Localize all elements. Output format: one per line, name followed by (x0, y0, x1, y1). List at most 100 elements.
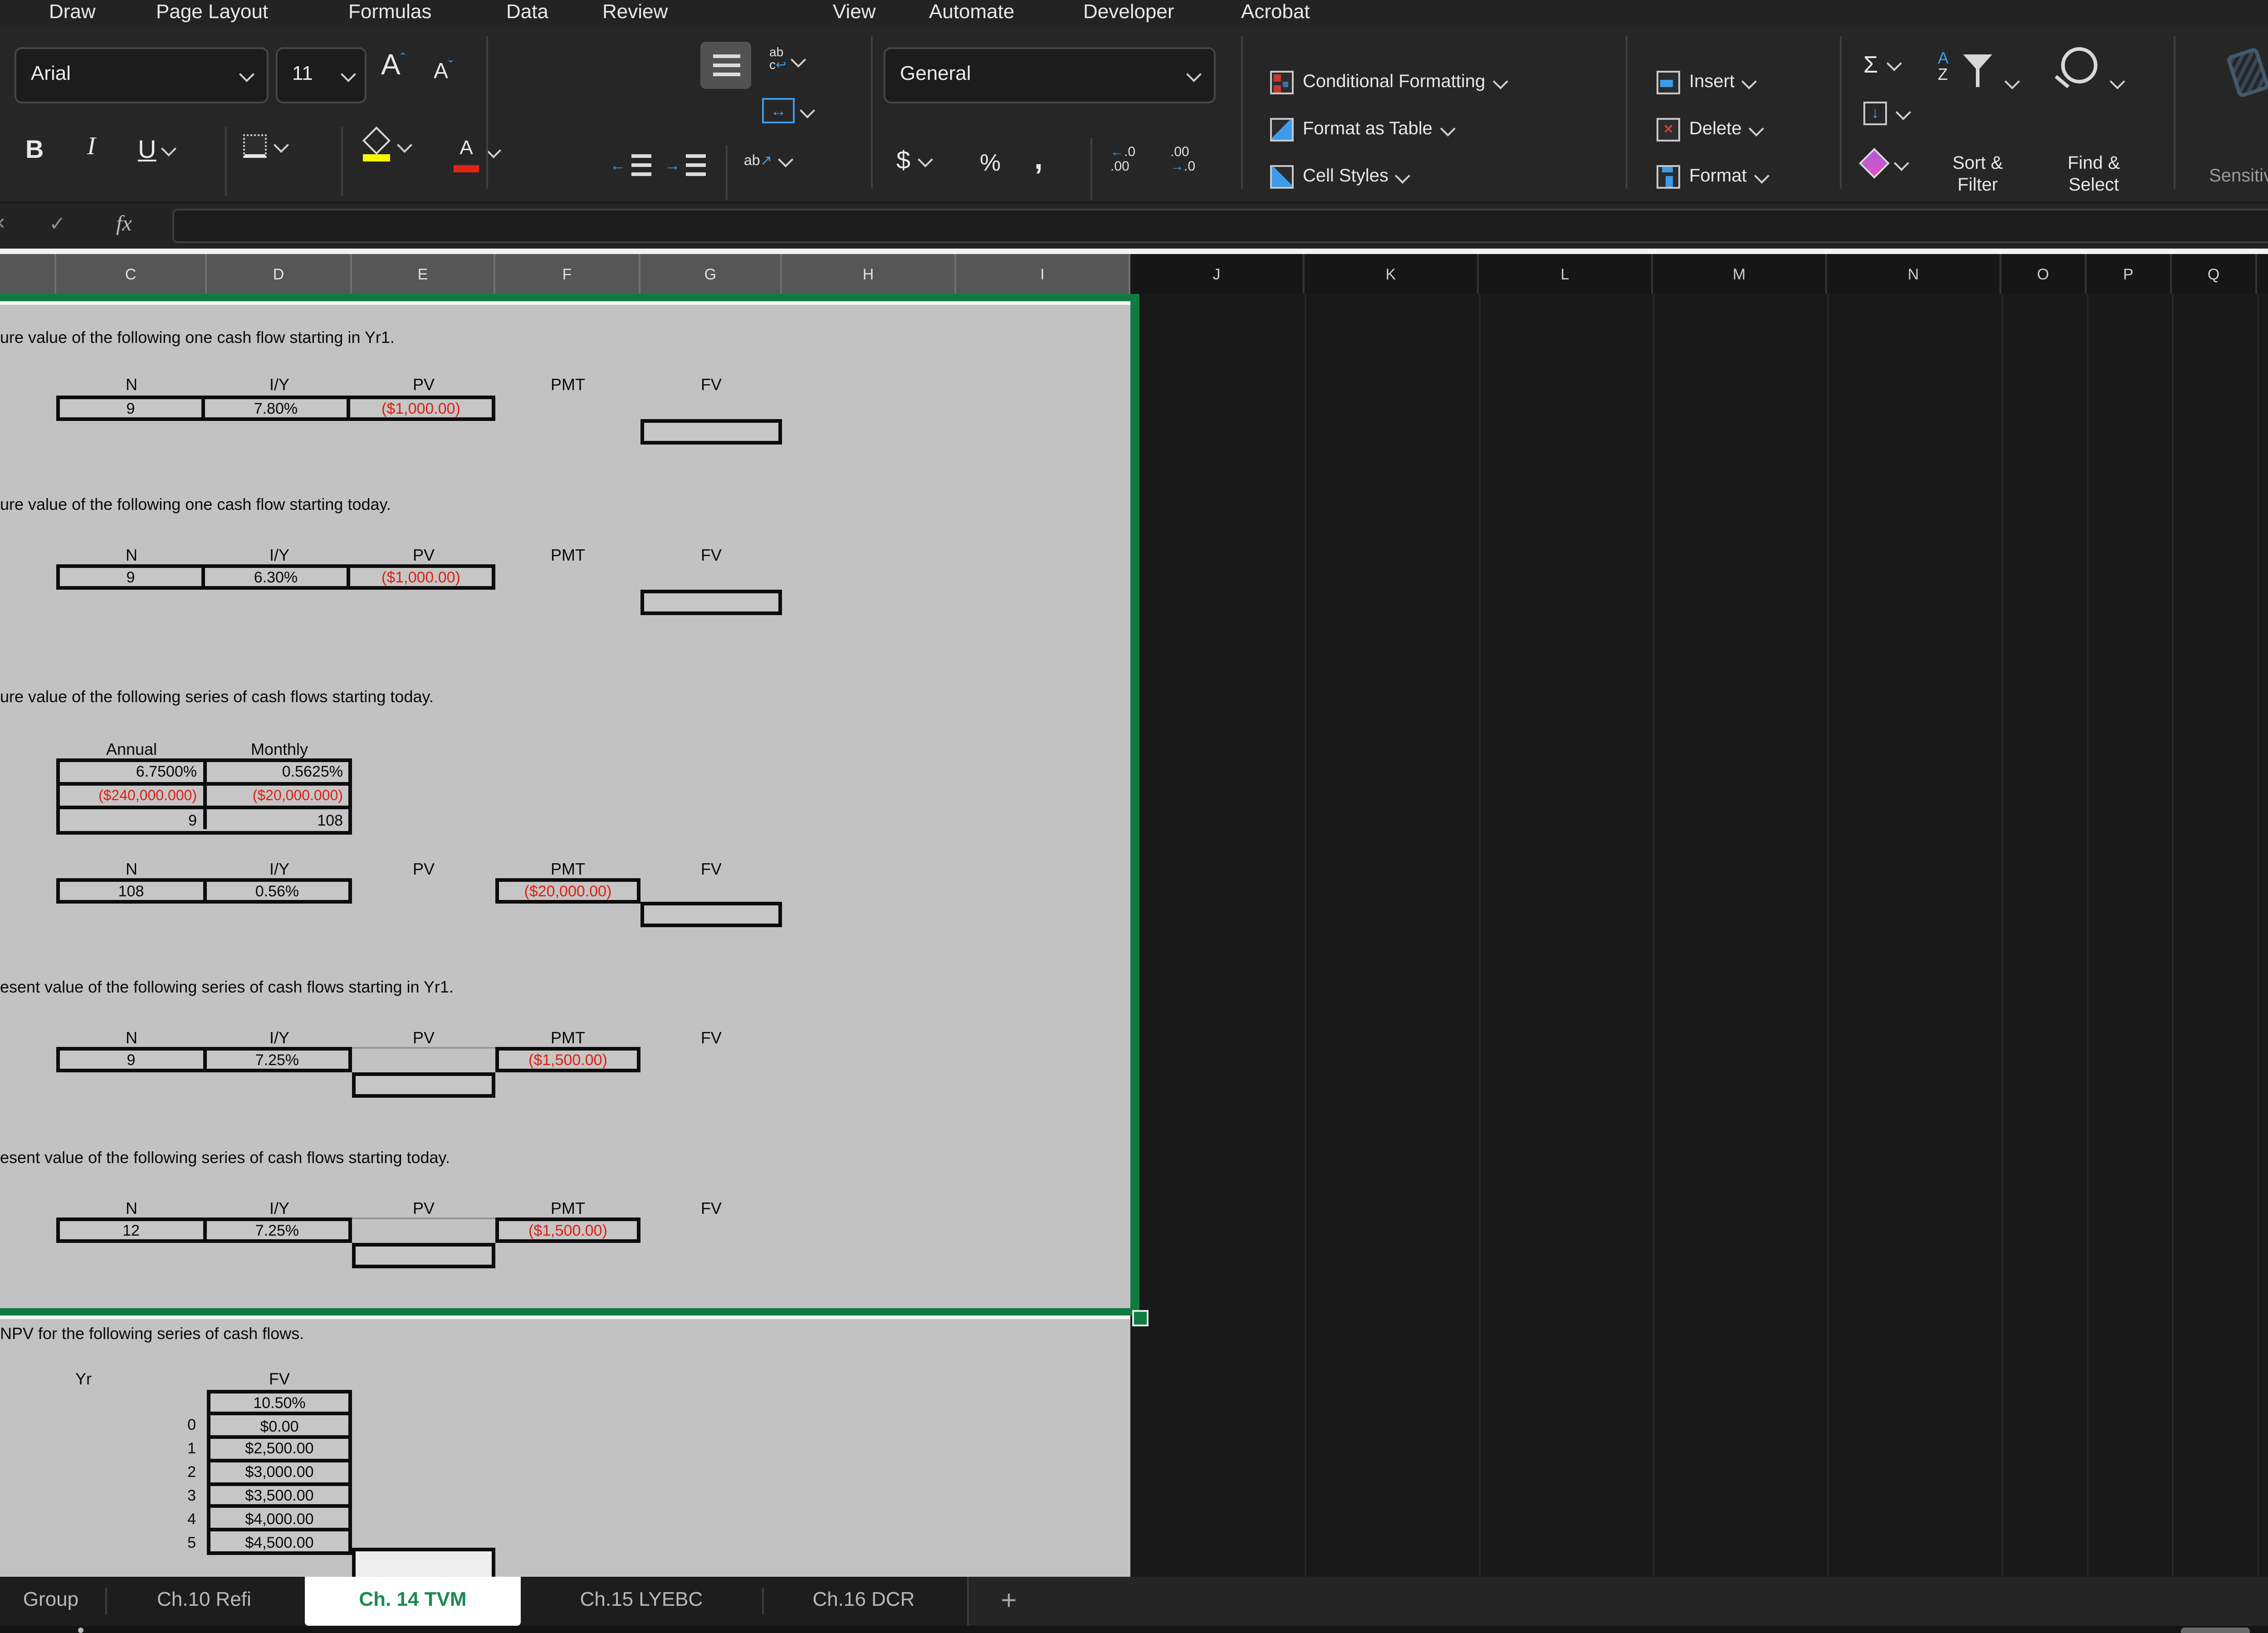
align-bottom-button[interactable] (700, 41, 751, 88)
comma-button[interactable]: , (1034, 141, 1043, 177)
decrease-font-button[interactable]: Aˇ (434, 57, 453, 83)
merge-center-button[interactable]: ↔ (762, 97, 815, 122)
cell-monthly-amount[interactable]: ($20,000.000) (202, 785, 348, 806)
column-header-k[interactable]: K (1305, 253, 1479, 293)
menu-review[interactable]: Review (602, 0, 668, 24)
menu-automate[interactable]: Automate (929, 0, 1014, 24)
format-as-table-button[interactable]: Format as Table (1270, 117, 1455, 141)
cancel-icon[interactable]: × (0, 210, 5, 235)
npv-table[interactable]: 10.50% $0.00 $2,500.00 $3,000.00 $3,500.… (207, 1389, 352, 1555)
column-header-j[interactable]: J (1130, 253, 1305, 293)
italic-button[interactable]: I (87, 133, 96, 162)
problem5-input-row[interactable]: 12 7.25% (56, 1217, 352, 1243)
selection-fill-handle[interactable] (1132, 1310, 1148, 1325)
menu-acrobat[interactable]: Acrobat (1241, 0, 1310, 24)
decrease-indent-button[interactable]: ← (610, 153, 651, 175)
column-header-m[interactable]: M (1653, 253, 1827, 293)
column-header-o[interactable]: O (2001, 253, 2087, 293)
column-header-n[interactable]: N (1827, 253, 2001, 293)
npv-answer-cell[interactable] (352, 1548, 495, 1577)
cell-fv-0[interactable]: $0.00 (210, 1416, 348, 1435)
wrap-text-button[interactable]: ab c↩ (769, 46, 807, 72)
cell-fv-2[interactable]: $3,000.00 (210, 1462, 348, 1481)
enter-check-icon[interactable]: ✓ (49, 211, 66, 235)
cell-monthly-rate[interactable]: 0.5625% (202, 761, 348, 782)
font-name-select[interactable]: Arial (15, 46, 269, 103)
add-sheet-button[interactable]: + (982, 1577, 1036, 1626)
problem3-pmt-cell[interactable]: ($20,000.00) (495, 877, 640, 903)
orientation-button[interactable]: ab↗ (744, 152, 793, 168)
cell-npv-rate[interactable]: 10.50% (210, 1393, 348, 1412)
cell-fv-5[interactable]: $4,500.00 (210, 1532, 348, 1551)
problem4-pmt-cell[interactable]: ($1,500.00) (495, 1047, 640, 1072)
cell-n[interactable]: 9 (60, 568, 201, 586)
clear-button[interactable] (1859, 147, 1909, 178)
insert-button[interactable]: Insert (1657, 70, 1757, 93)
annual-monthly-table[interactable]: 6.7500% 0.5625% ($240,000.000) ($20,000.… (56, 758, 352, 834)
cell-styles-button[interactable]: Cell Styles (1270, 164, 1411, 188)
cell-n[interactable]: 108 (60, 881, 202, 899)
fill-button[interactable]: ↓ (1863, 101, 1911, 124)
cell-n[interactable]: 9 (60, 1051, 202, 1069)
cell-fv-1[interactable]: $2,500.00 (210, 1439, 348, 1458)
column-header-p[interactable]: P (2087, 253, 2172, 293)
font-color-button[interactable]: A (454, 130, 501, 171)
formula-input[interactable] (172, 209, 2268, 243)
cell-monthly-periods[interactable]: 108 (202, 809, 348, 830)
delete-button[interactable]: × Delete (1657, 117, 1764, 141)
worksheet-grid[interactable]: ure value of the following one cash flow… (0, 293, 2268, 1577)
cell-iy[interactable]: 0.56% (202, 881, 348, 899)
column-header-l[interactable]: L (1479, 253, 1653, 293)
column-header-q[interactable]: Q (2172, 253, 2257, 293)
number-format-select[interactable]: General (884, 46, 1216, 103)
increase-indent-button[interactable]: → (664, 153, 706, 175)
column-header-h[interactable]: H (782, 253, 956, 293)
cell-fv-4[interactable]: $4,000.00 (210, 1509, 348, 1528)
menu-draw[interactable]: Draw (49, 0, 96, 24)
column-header-f[interactable]: F (495, 253, 640, 293)
cell-iy[interactable]: 6.30% (201, 568, 347, 586)
problem4-pv-answer-cell[interactable] (352, 1071, 495, 1097)
cell-iy[interactable]: 7.25% (202, 1051, 348, 1069)
sheet-tab-ch16-dcr[interactable]: Ch.16 DCR (762, 1577, 965, 1626)
menu-developer[interactable]: Developer (1083, 0, 1174, 24)
fill-color-button[interactable] (362, 125, 412, 161)
increase-decimal-button[interactable]: .00 →.0 (1170, 143, 1195, 173)
autosum-button[interactable]: Σ (1863, 50, 1902, 77)
view-normal-button[interactable] (2181, 1628, 2250, 1633)
cell-fv-3[interactable]: $3,500.00 (210, 1486, 348, 1505)
sheet-tab-ch10-refi[interactable]: Ch.10 Refi (105, 1577, 303, 1626)
column-header-r[interactable]: R (2257, 253, 2268, 293)
cell-iy[interactable]: 7.25% (202, 1221, 348, 1239)
problem5-pv-answer-cell[interactable] (352, 1242, 495, 1267)
column-header-d[interactable]: D (207, 253, 352, 293)
cell-pv[interactable]: ($1,000.00) (347, 398, 492, 416)
sort-filter-button[interactable]: AZ (1938, 46, 2020, 126)
column-header-e[interactable]: E (352, 253, 495, 293)
problem1-input-row[interactable]: 9 7.80% ($1,000.00) (56, 395, 495, 420)
bold-button[interactable]: B (25, 133, 44, 162)
problem3-input-row[interactable]: 108 0.56% (56, 877, 352, 903)
decrease-decimal-button[interactable]: ←.0.00 (1110, 143, 1135, 173)
font-size-select[interactable]: 11 (276, 46, 367, 103)
cell-annual-amount[interactable]: ($240,000.000) (60, 785, 202, 806)
menu-formulas[interactable]: Formulas (348, 0, 431, 24)
cell-annual-periods[interactable]: 9 (60, 810, 202, 830)
menu-data[interactable]: Data (506, 0, 548, 24)
fx-icon[interactable]: fx (116, 210, 132, 237)
problem2-input-row[interactable]: 9 6.30% ($1,000.00) (56, 564, 495, 590)
problem3-fv-answer-cell[interactable] (640, 902, 782, 927)
sheet-tab-ch14-tvm-active[interactable]: Ch. 14 TVM (305, 1577, 521, 1626)
cell-pv[interactable]: ($1,000.00) (347, 568, 492, 586)
increase-font-button[interactable]: Aˆ (381, 50, 405, 83)
column-header-g[interactable]: G (640, 253, 782, 293)
sheet-tab-group[interactable]: Group (0, 1577, 102, 1626)
problem4-input-row[interactable]: 9 7.25% (56, 1047, 352, 1072)
borders-button[interactable] (243, 133, 289, 157)
problem2-fv-answer-cell[interactable] (640, 589, 782, 614)
cell-n[interactable]: 12 (60, 1221, 202, 1239)
currency-button[interactable]: $ (896, 144, 933, 173)
find-select-button[interactable] (2054, 46, 2141, 126)
sheet-tab-ch15-lyebc[interactable]: Ch.15 LYEBC (523, 1577, 760, 1626)
problem5-pmt-cell[interactable]: ($1,500.00) (495, 1217, 640, 1243)
